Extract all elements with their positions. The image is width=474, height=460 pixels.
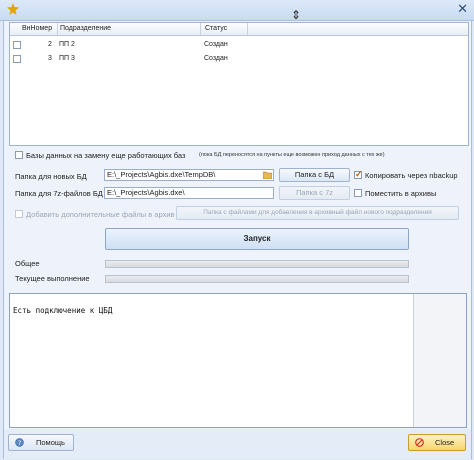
zip-folder-input[interactable]: E:\_Projects\Agbis.dxe\ bbox=[104, 187, 274, 199]
new-db-folder-label: Папка для новых БД bbox=[15, 172, 87, 181]
new-db-folder-input[interactable]: E:\_Projects\Agbis.dxe\TempDB\ bbox=[104, 169, 274, 181]
row-subdivision: ПП 3 bbox=[59, 55, 75, 62]
row-number: 2 bbox=[48, 41, 52, 48]
extra-files-folder-button[interactable]: Папка с файлами для добавления в архивны… bbox=[176, 206, 459, 220]
col-header-number[interactable]: ВнНомер bbox=[22, 25, 52, 32]
app-icon bbox=[7, 3, 19, 15]
add-files-label: Добавить дополнительные файлы в архив bbox=[26, 210, 175, 219]
close-label: Close bbox=[435, 438, 455, 447]
overall-progress-label: Общее bbox=[15, 259, 40, 268]
current-progress-bar bbox=[105, 275, 409, 283]
row-status: Создан bbox=[204, 55, 228, 62]
zip-folder-button[interactable]: Папка с 7z bbox=[279, 186, 350, 200]
help-label: Помощь bbox=[36, 438, 65, 447]
row-checkbox[interactable] bbox=[13, 41, 21, 49]
zip-folder-label: Папка для 7z-файлов БД bbox=[15, 189, 103, 198]
log-scrollbar[interactable] bbox=[413, 294, 466, 427]
grid-header: ВнНомер Подразделение Статус bbox=[10, 23, 468, 36]
new-db-folder-value: E:\_Projects\Agbis.dxe\TempDB\ bbox=[107, 170, 216, 179]
add-files-checkbox[interactable] bbox=[15, 210, 23, 218]
table-row[interactable]: 3 ПП 3 Создан bbox=[10, 52, 468, 66]
help-button[interactable]: ? Помощь bbox=[8, 434, 74, 451]
main-window: ВнНомер Подразделение Статус 2 ПП 2 Созд… bbox=[3, 20, 472, 459]
replace-working-db-checkbox[interactable] bbox=[15, 151, 23, 159]
log-output[interactable]: Есть подключение к ЦБД bbox=[9, 293, 467, 428]
row-number: 3 bbox=[48, 55, 52, 62]
zip-folder-value: E:\_Projects\Agbis.dxe\ bbox=[107, 188, 185, 197]
row-checkbox[interactable] bbox=[13, 55, 21, 63]
close-icon bbox=[415, 438, 424, 447]
close-button[interactable]: Close bbox=[408, 434, 466, 451]
window-close-icon[interactable]: ✕ bbox=[457, 2, 468, 16]
copy-nbackup-checkbox[interactable] bbox=[354, 169, 363, 180]
overall-progress-bar bbox=[105, 260, 409, 268]
run-button[interactable]: Запуск bbox=[105, 228, 409, 250]
folder-icon[interactable] bbox=[263, 171, 272, 179]
log-text: Есть подключение к ЦБД bbox=[13, 306, 113, 315]
copy-nbackup-label: Копировать через nbackup bbox=[365, 171, 458, 180]
put-archives-checkbox[interactable] bbox=[354, 189, 362, 197]
title-bar: ⇕ ✕ bbox=[0, 0, 474, 21]
table-row[interactable]: 2 ПП 2 Создан bbox=[10, 38, 468, 52]
svg-text:?: ? bbox=[18, 440, 21, 447]
footer-bar: ? Помощь Close bbox=[4, 429, 471, 459]
col-header-status[interactable]: Статус bbox=[205, 25, 227, 32]
col-header-subdivision[interactable]: Подразделение bbox=[60, 25, 111, 32]
subdivisions-grid: ВнНомер Подразделение Статус 2 ПП 2 Созд… bbox=[9, 22, 469, 146]
row-status: Создан bbox=[204, 41, 228, 48]
replace-working-db-label: Базы данных на замену еще работающих баз bbox=[26, 151, 186, 160]
put-archives-label: Поместить в архивы bbox=[365, 189, 437, 198]
row-subdivision: ПП 2 bbox=[59, 41, 75, 48]
new-db-folder-button[interactable]: Папка с БД bbox=[279, 168, 350, 182]
help-icon: ? bbox=[15, 438, 24, 447]
replace-note: (пока БД переносятся на пункты еще возмо… bbox=[199, 152, 385, 158]
current-progress-label: Текущее выполнение bbox=[15, 274, 90, 283]
